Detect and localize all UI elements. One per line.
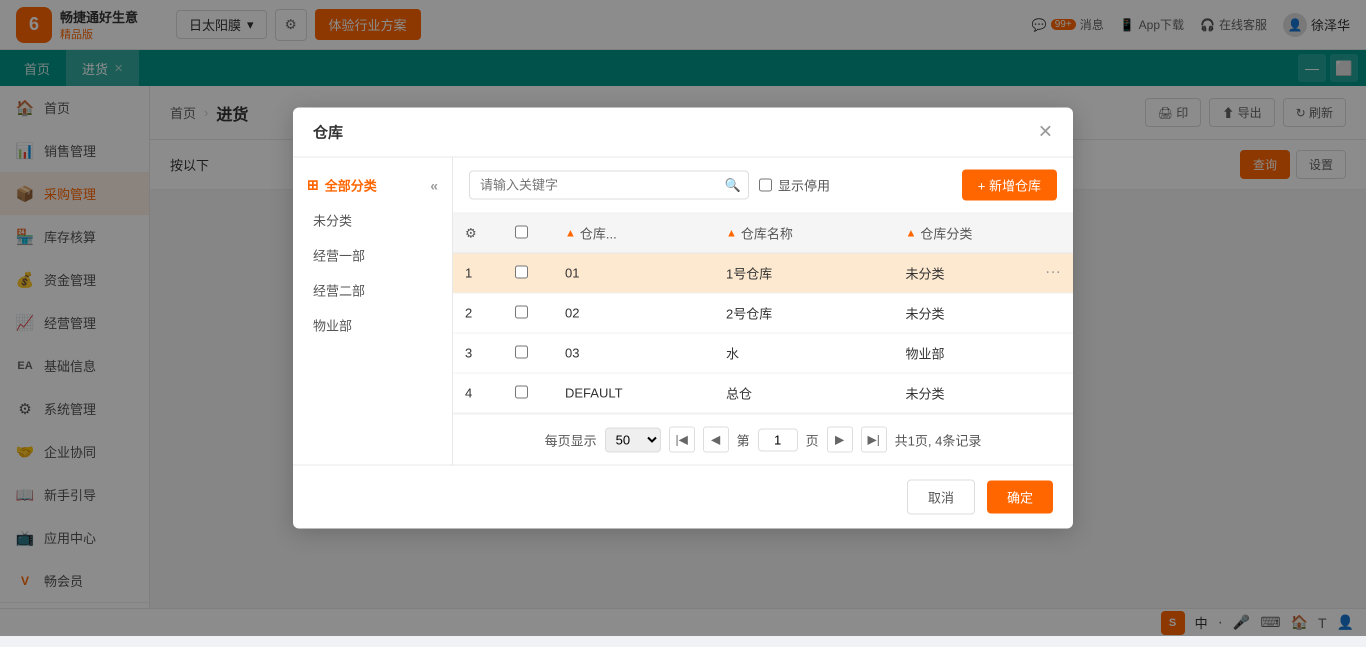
category-panel: ⊞ 全部分类 « 未分类 经营一部 经营二部 物业部: [293, 158, 453, 465]
dialog-body: ⊞ 全部分类 « 未分类 经营一部 经营二部 物业部 🔍 显示停用 + 新增仓库: [293, 158, 1073, 465]
page-last-button[interactable]: ▶|: [861, 427, 887, 453]
td-name: 水: [714, 333, 893, 373]
warehouse-dialog: 仓库 ✕ ⊞ 全部分类 « 未分类 经营一部 经营二部 物业部 🔍: [293, 108, 1073, 529]
more-icon[interactable]: ···: [1045, 264, 1061, 282]
dialog-header: 仓库 ✕: [293, 108, 1073, 158]
page-size-select[interactable]: 50 100 200: [605, 427, 661, 452]
search-wrap: 🔍: [469, 171, 749, 200]
select-all-checkbox[interactable]: [515, 225, 528, 238]
td-code: 03: [553, 333, 714, 373]
sort-icon: ▲: [565, 227, 576, 239]
td-checkbox[interactable]: [503, 293, 553, 333]
grid-icon: ⊞: [307, 177, 319, 194]
td-category: 未分类: [894, 293, 1074, 333]
td-code: DEFAULT: [553, 373, 714, 413]
td-checkbox[interactable]: [503, 333, 553, 373]
td-name: 2号仓库: [714, 293, 893, 333]
right-panel: 🔍 显示停用 + 新增仓库 ⚙: [453, 158, 1073, 465]
td-name: 总仓: [714, 373, 893, 413]
category-item-dept1[interactable]: 经营一部: [293, 238, 452, 273]
th-name[interactable]: ▲ 仓库名称: [714, 214, 893, 254]
td-seq: 1: [453, 253, 503, 293]
td-seq: 3: [453, 333, 503, 373]
add-warehouse-button[interactable]: + 新增仓库: [962, 170, 1057, 201]
th-settings: ⚙: [453, 214, 503, 254]
page-input[interactable]: [758, 428, 798, 451]
category-item-property[interactable]: 物业部: [293, 308, 452, 343]
page-next-button[interactable]: ▶: [827, 427, 853, 453]
td-seq: 2: [453, 293, 503, 333]
search-icon: 🔍: [725, 177, 741, 193]
right-toolbar: 🔍 显示停用 + 新增仓库: [453, 158, 1073, 214]
dialog-footer: 取消 确定: [293, 465, 1073, 529]
page-prev-button[interactable]: ◀: [703, 427, 729, 453]
warehouse-table-wrap: ⚙ ▲ 仓库...: [453, 214, 1073, 414]
td-seq: 4: [453, 373, 503, 413]
td-checkbox[interactable]: [503, 253, 553, 293]
search-input[interactable]: [469, 171, 749, 200]
td-code: 02: [553, 293, 714, 333]
th-code[interactable]: ▲ 仓库...: [553, 214, 714, 254]
page-first-button[interactable]: |◀: [669, 427, 695, 453]
td-category: 未分类: [894, 373, 1074, 413]
table-row[interactable]: 3 03 水 物业部: [453, 333, 1073, 373]
dialog-title: 仓库: [313, 122, 343, 143]
settings-icon: ⚙: [465, 225, 477, 240]
warehouse-table: ⚙ ▲ 仓库...: [453, 214, 1073, 414]
table-row[interactable]: 4 DEFAULT 总仓 未分类: [453, 373, 1073, 413]
dialog-close-button[interactable]: ✕: [1038, 122, 1053, 143]
cancel-button[interactable]: 取消: [907, 480, 975, 515]
td-checkbox[interactable]: [503, 373, 553, 413]
table-row[interactable]: 1 01 1号仓库 未分类 ···: [453, 253, 1073, 293]
category-item-uncategorized[interactable]: 未分类: [293, 203, 452, 238]
sort-cat-icon: ▲: [906, 227, 917, 239]
td-category: 未分类 ···: [894, 253, 1074, 293]
th-category[interactable]: ▲ 仓库分类: [894, 214, 1074, 254]
th-checkbox: [503, 214, 553, 254]
category-item-dept2[interactable]: 经营二部: [293, 273, 452, 308]
pagination: 每页显示 50 100 200 |◀ ◀ 第 页 ▶ ▶| 共1页, 4条记录: [453, 414, 1073, 465]
sort-name-icon: ▲: [726, 227, 737, 239]
td-category: 物业部: [894, 333, 1074, 373]
warehouse-table-body: 1 01 1号仓库 未分类 ··· 2 02: [453, 253, 1073, 413]
td-code: 01: [553, 253, 714, 293]
category-header[interactable]: ⊞ 全部分类 «: [293, 168, 452, 203]
confirm-button[interactable]: 确定: [987, 481, 1053, 514]
show-disabled-label[interactable]: 显示停用: [759, 176, 830, 195]
collapse-icon[interactable]: «: [430, 177, 438, 193]
table-header-row: ⚙ ▲ 仓库...: [453, 214, 1073, 254]
table-row[interactable]: 2 02 2号仓库 未分类: [453, 293, 1073, 333]
td-name: 1号仓库: [714, 253, 893, 293]
show-disabled-checkbox[interactable]: [759, 179, 772, 192]
